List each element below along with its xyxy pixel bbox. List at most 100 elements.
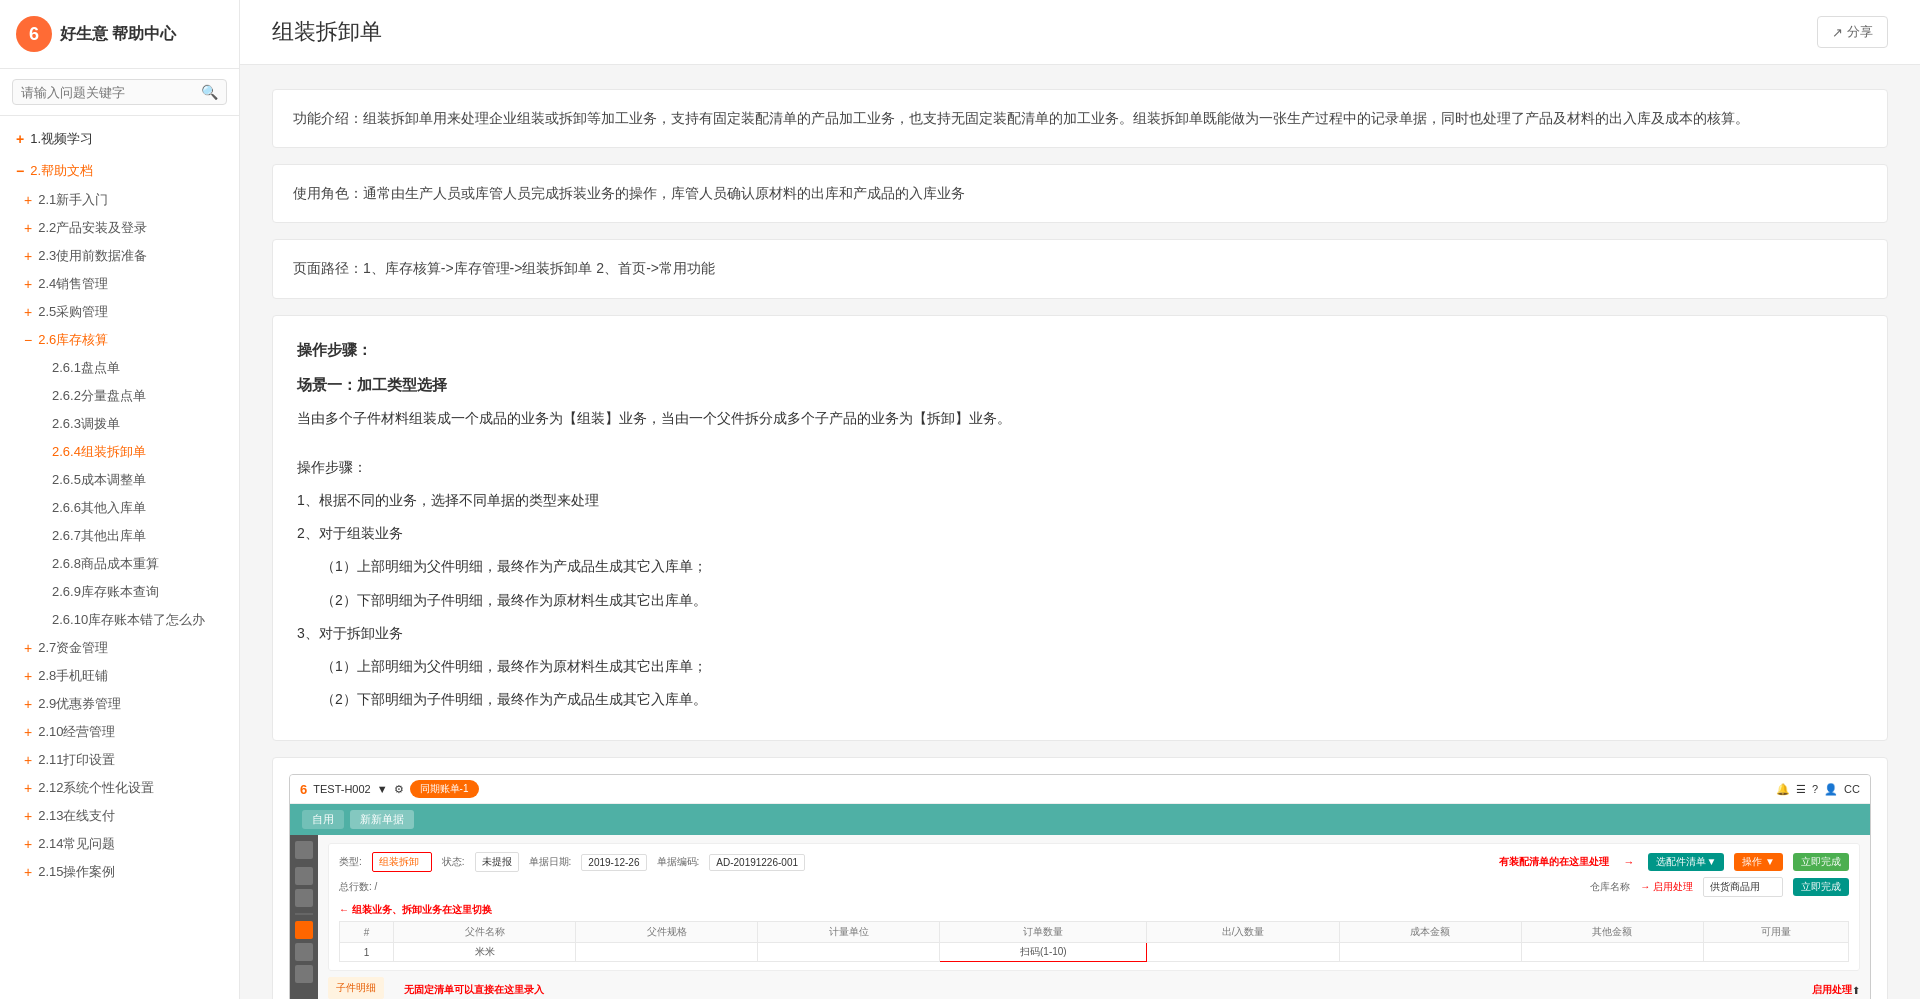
step-item-5: （1）上部明细为父件明细，最终作为原材料生成其它出库单； xyxy=(297,654,1863,679)
ss-left-sidebar xyxy=(290,835,318,999)
sidebar-item-2-8[interactable]: + 2.8手机旺铺 xyxy=(0,662,239,690)
sidebar-item-2-4[interactable]: + 2.4销售管理 xyxy=(0,270,239,298)
sidebar-item-2-5[interactable]: + 2.5采购管理 xyxy=(0,298,239,326)
sidebar-item-2-2[interactable]: + 2.2产品安装及登录 xyxy=(0,214,239,242)
nav-section-label-docs: 2.帮助文档 xyxy=(30,162,93,180)
nav-item-label-2-4: 2.4销售管理 xyxy=(38,275,108,293)
sidebar-item-2-9[interactable]: + 2.9优惠券管理 xyxy=(0,690,239,718)
ss-nofixed-annotation: 无固定清单可以直接在这里录入 xyxy=(404,983,544,997)
col-in-out-qty: 出/入数量 xyxy=(1147,922,1339,943)
ss-date-input: 2019-12-26 xyxy=(581,854,646,871)
t1-r1-unit xyxy=(758,943,940,962)
col-cost: 成本金额 xyxy=(1339,922,1521,943)
nav-area: + 1.视频学习 − 2.帮助文档 + 2.1新手入门 + 2.2产品安装及登录 xyxy=(0,116,239,999)
sidebar-item-2-6-5[interactable]: 2.6.5成本调整单 xyxy=(16,466,239,494)
sidebar-item-2-6-4[interactable]: 2.6.4组装拆卸单 xyxy=(16,438,239,466)
t1-r1-inout xyxy=(1147,943,1339,962)
plus-icon: + xyxy=(16,131,24,147)
sidebar-item-2-6-9[interactable]: 2.6.9库存账本查询 xyxy=(16,578,239,606)
col-num: # xyxy=(340,922,394,943)
ss-complete-btn: 立即完成 xyxy=(1793,853,1849,871)
search-icon[interactable]: 🔍 xyxy=(201,84,218,100)
nav-item-label-2-9: 2.9优惠券管理 xyxy=(38,695,121,713)
nav-item-label-2-3: 2.3使用前数据准备 xyxy=(38,247,147,265)
ss-orange-pill: 同期账单-1 xyxy=(410,780,479,798)
info-block-path: 页面路径：1、库存核算->库存管理->组装拆卸单 2、首页->常用功能 xyxy=(272,239,1888,298)
ss-confirm-btn[interactable]: 立即完成 xyxy=(1793,878,1849,896)
plus-icon-2-4: + xyxy=(24,276,32,292)
sidebar-item-2-6-6[interactable]: 2.6.6其他入库单 xyxy=(16,494,239,522)
t1-r1-other xyxy=(1521,943,1703,962)
sidebar-item-2-6-1[interactable]: 2.6.1盘点单 xyxy=(16,354,239,382)
ss-assembly-annotation-row: ← 组装业务、拆卸业务在这里切换 xyxy=(339,903,1849,917)
search-area: 🔍 xyxy=(0,69,239,116)
sidebar-item-2-6-10[interactable]: 2.6.10库存账本错了怎么办 xyxy=(16,606,239,634)
share-button[interactable]: ↗ 分享 xyxy=(1817,16,1888,48)
logo-text: 好生意 帮助中心 xyxy=(60,24,176,45)
ss-table-parent: # 父件名称 父件规格 计量单位 订单数量 出/入数量 成本金额 其他金额 可用 xyxy=(339,921,1849,962)
plus-icon-2-3: + xyxy=(24,248,32,264)
ss-bell-icon: 🔔 xyxy=(1776,783,1790,796)
sidebar-item-2-13[interactable]: + 2.13在线支付 xyxy=(0,802,239,830)
sidebar-item-2-3[interactable]: + 2.3使用前数据准备 xyxy=(0,242,239,270)
share-icon: ↗ xyxy=(1832,25,1843,40)
share-label: 分享 xyxy=(1847,23,1873,41)
logo-icon: 6 xyxy=(16,16,52,52)
plus-icon-2-11: + xyxy=(24,752,32,768)
ss-type-input: 组装拆卸 xyxy=(372,852,432,872)
nav-item-label-2-2: 2.2产品安装及登录 xyxy=(38,219,147,237)
sidebar-item-2-10[interactable]: + 2.10经营管理 xyxy=(0,718,239,746)
ss-select-btn[interactable]: 选配件清单▼ xyxy=(1648,853,1724,871)
ss-child-header-label: 子件明细 xyxy=(328,977,384,999)
sidebar-item-2-6[interactable]: − 2.6库存核算 xyxy=(0,326,239,354)
col-parent-spec: 父件规格 xyxy=(576,922,758,943)
sidebar-item-2-7[interactable]: + 2.7资金管理 xyxy=(0,634,239,662)
annotation-enable: → 启用处理 xyxy=(1640,880,1693,894)
step-item-0: 1、根据不同的业务，选择不同单据的类型来处理 xyxy=(297,488,1863,513)
plus-icon-2-2: + xyxy=(24,220,32,236)
t1-r1-num: 1 xyxy=(340,943,394,962)
nav-item-label-2-13: 2.13在线支付 xyxy=(38,807,115,825)
search-box[interactable]: 🔍 xyxy=(12,79,227,105)
nav-section-header-videos[interactable]: + 1.视频学习 xyxy=(0,124,239,154)
annotation-assembly-list: 有装配清单的在这里处理 xyxy=(1499,855,1609,869)
ss-topbar: 6 TEST-H002 ▼ ⚙ 同期账单-1 🔔 ☰ ? 👤 CC xyxy=(290,775,1870,804)
ss-nav-tabs: 自用 新新单据 xyxy=(302,810,414,829)
ss-cc-label: CC xyxy=(1844,783,1860,795)
t1-r1-name: 米米 xyxy=(394,943,576,962)
path-text: 页面路径：1、库存核算->库存管理->组装拆卸单 2、首页->常用功能 xyxy=(293,260,715,276)
sidebar-item-2-15[interactable]: + 2.15操作案例 xyxy=(0,858,239,886)
sidebar-item-2-6-3[interactable]: 2.6.3调拨单 xyxy=(16,410,239,438)
ss-child-section-header: 子件明细 无固定清单可以直接在这里录入 启用处理 ⬆ xyxy=(328,977,1860,999)
nav-item-label-2-1: 2.1新手入门 xyxy=(38,191,108,209)
sidebar-item-2-6-7[interactable]: 2.6.7其他出库单 xyxy=(16,522,239,550)
ss-store-label: 仓库名称 xyxy=(1590,880,1630,894)
scene1-desc: 当由多个子件材料组装成一个成品的业务为【组装】业务，当由一个父件拆分成多个子产品… xyxy=(297,406,1863,431)
sidebar-item-2-11[interactable]: + 2.11打印设置 xyxy=(0,746,239,774)
nav-item-label-2-10: 2.10经营管理 xyxy=(38,723,115,741)
logo-area: 6 好生意 帮助中心 xyxy=(0,0,239,69)
main-content: 组装拆卸单 ↗ 分享 功能介绍：组装拆卸单用来处理企业组装或拆卸等加工业务，支持… xyxy=(240,0,1920,999)
sidebar-item-2-6-2[interactable]: 2.6.2分量盘点单 xyxy=(16,382,239,410)
table1-row-1: 1 米米 扫码(1-10) xyxy=(340,943,1849,962)
plus-icon-2-15: + xyxy=(24,864,32,880)
intro-text: 功能介绍：组装拆卸单用来处理企业组装或拆卸等加工业务，支持有固定装配清单的产品加… xyxy=(293,110,1749,126)
plus-icon-2-10: + xyxy=(24,724,32,740)
ss-state-input: 未提报 xyxy=(475,852,519,872)
nav-item-label-2-7: 2.7资金管理 xyxy=(38,639,108,657)
ss-table1-header: # 父件名称 父件规格 计量单位 订单数量 出/入数量 成本金额 其他金额 可用 xyxy=(340,922,1849,943)
ss-code-label: 单据编码: xyxy=(657,855,700,869)
step-item-2: （1）上部明细为父件明细，最终作为产成品生成其它入库单； xyxy=(297,554,1863,579)
nav-section-header-docs[interactable]: − 2.帮助文档 xyxy=(0,156,239,186)
steps-block: 操作步骤： 场景一：加工类型选择 当由多个子件材料组装成一个成品的业务为【组装】… xyxy=(272,315,1888,742)
ss-code-input: AD-20191226-001 xyxy=(709,854,805,871)
sidebar-item-2-12[interactable]: + 2.12系统个性化设置 xyxy=(0,774,239,802)
search-input[interactable] xyxy=(21,85,201,100)
content-area: 功能介绍：组装拆卸单用来处理企业组装或拆卸等加工业务，支持有固定装配清单的产品加… xyxy=(240,65,1920,999)
nav-item-label-2-15: 2.15操作案例 xyxy=(38,863,115,881)
sidebar-item-2-6-8[interactable]: 2.6.8商品成本重算 xyxy=(16,550,239,578)
sidebar-item-2-14[interactable]: + 2.14常见问题 xyxy=(0,830,239,858)
info-block-intro: 功能介绍：组装拆卸单用来处理企业组装或拆卸等加工业务，支持有固定装配清单的产品加… xyxy=(272,89,1888,148)
ss-rows-label: 总行数: / xyxy=(339,880,377,894)
sidebar-item-2-1[interactable]: + 2.1新手入门 xyxy=(0,186,239,214)
